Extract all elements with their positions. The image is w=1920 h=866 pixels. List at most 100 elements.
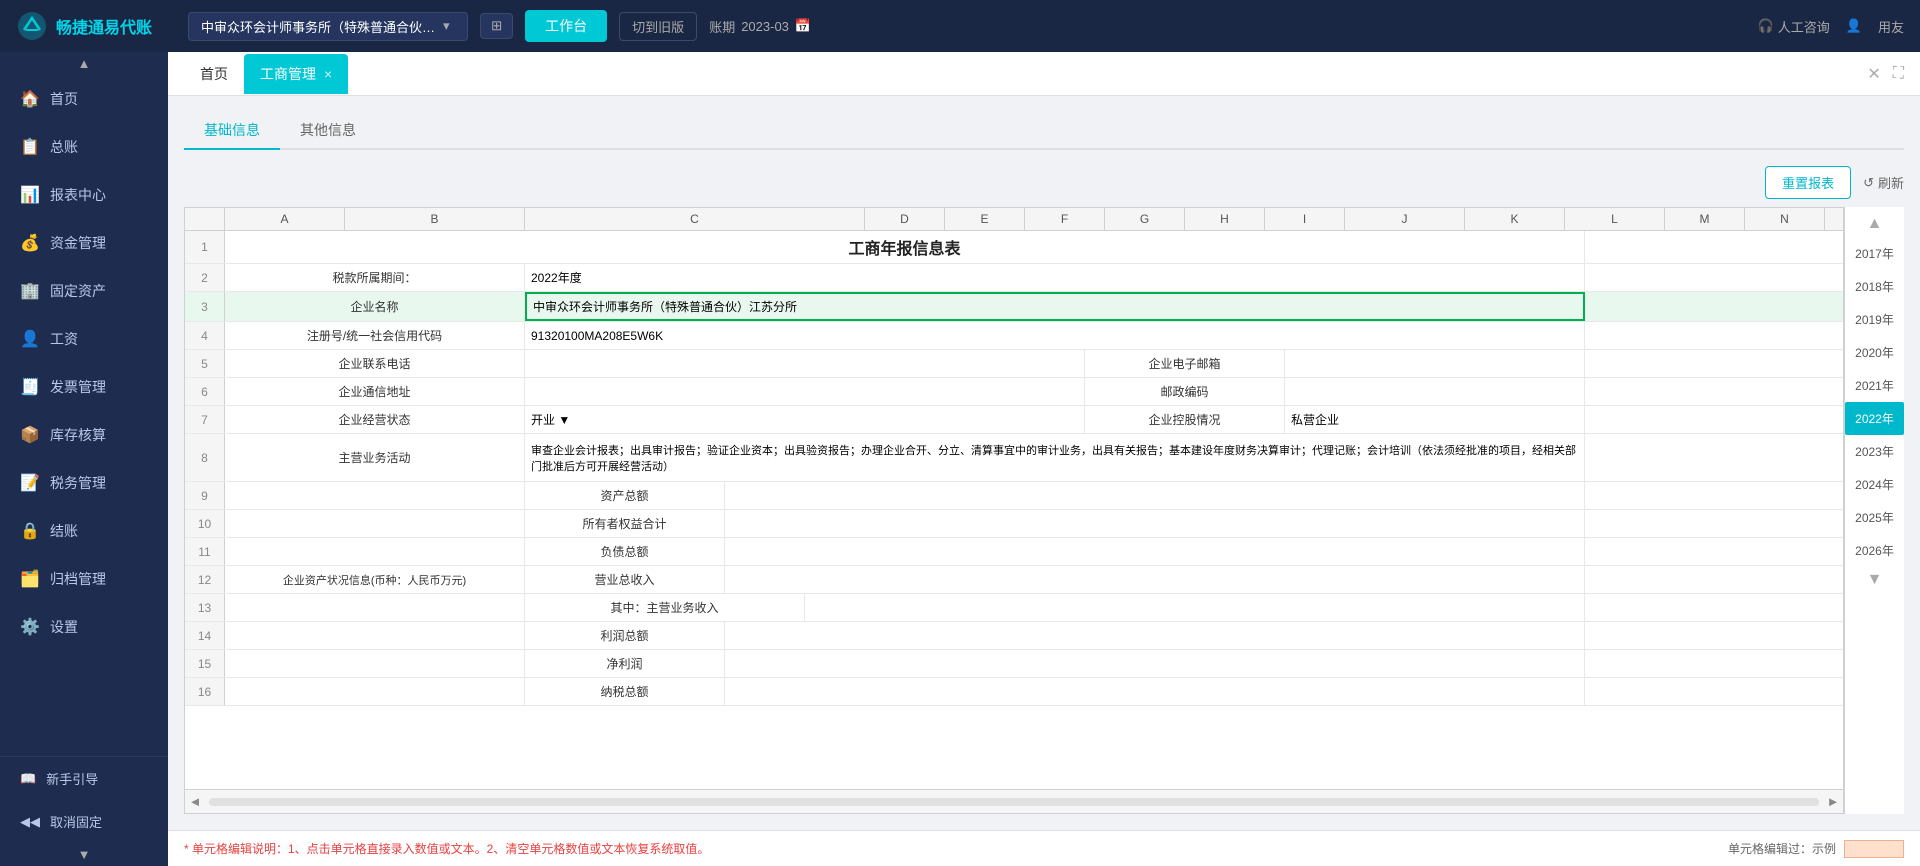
scroll-right-button[interactable]: ► — [1823, 794, 1843, 809]
sidebar-item-asset[interactable]: 🏢 固定资产 — [0, 267, 168, 315]
company-selector[interactable]: 中审众环会计师事务所（特殊普通合伙… ▾ — [188, 12, 468, 41]
year-2023[interactable]: 2023年 — [1845, 435, 1904, 468]
sidebar-item-settings[interactable]: ⚙️ 设置 — [0, 603, 168, 651]
cell-16-label: 纳税总额 — [525, 678, 725, 705]
year-2026[interactable]: 2026年 — [1845, 534, 1904, 567]
sidebar-scroll-up[interactable]: ▲ — [0, 52, 168, 75]
cell-6-addr[interactable] — [525, 378, 1085, 405]
cell-11-val[interactable] — [725, 538, 1585, 565]
tab-close-icon[interactable]: × — [324, 66, 332, 82]
cell-9-val[interactable] — [725, 482, 1585, 509]
sidebar-item-invoice[interactable]: 🧾 发票管理 — [0, 363, 168, 411]
year-2017[interactable]: 2017年 — [1845, 237, 1904, 270]
col-header-row: A B C D E F G H I J K L M N O — [185, 208, 1843, 231]
corner-cell — [185, 208, 225, 230]
cell-5-phone[interactable] — [525, 350, 1085, 377]
user-name[interactable]: 用友 — [1878, 17, 1904, 36]
footer-tip: * 单元格编辑说明：1、点击单元格直接录入数值或文本。2、清空单元格数值或文本恢… — [184, 840, 709, 857]
cell-7-status[interactable]: 开业 ▼ — [525, 406, 1085, 433]
maximize-icon[interactable]: ⛶ — [1893, 65, 1904, 83]
refresh-button[interactable]: ↺ 刷新 — [1863, 173, 1904, 192]
tab-home[interactable]: 首页 — [184, 54, 244, 94]
cell-14-val[interactable] — [725, 622, 1585, 649]
close-window-icon[interactable]: ✕ — [1867, 64, 1880, 84]
cell-12-group-label: 企业资产状况信息(币种：人民币万元) — [225, 566, 525, 593]
hscroll-track[interactable] — [209, 798, 1819, 806]
sidebar-label-fund: 资金管理 — [50, 233, 106, 253]
row-num-5: 5 — [185, 350, 225, 377]
sidebar-item-unpin[interactable]: ◀◀ 取消固定 — [0, 800, 168, 843]
sidebar-label-asset: 固定资产 — [50, 281, 106, 301]
cell-2-value[interactable]: 2022年度 — [525, 264, 1585, 291]
workbench-button[interactable]: 工作台 — [525, 10, 607, 42]
year-2025[interactable]: 2025年 — [1845, 501, 1904, 534]
company-icon-button[interactable]: ⊞ — [480, 13, 513, 39]
sidebar-item-ledger[interactable]: 📋 总账 — [0, 123, 168, 171]
table-row: 14 利润总额 — [185, 622, 1843, 650]
report-icon: 📊 — [20, 185, 40, 205]
cell-13-label: 其中：主营业务收入 — [525, 594, 805, 621]
support-btn[interactable]: 🎧 人工咨询 — [1758, 17, 1830, 36]
year-2021[interactable]: 2021年 — [1845, 369, 1904, 402]
col-B: B — [345, 208, 525, 230]
table-row: 7 企业经营状态 开业 ▼ 企业控股情况 私营企业 — [185, 406, 1843, 434]
col-D: D — [865, 208, 945, 230]
table-row: 10 所有者权益合计 — [185, 510, 1843, 538]
year-2019[interactable]: 2019年 — [1845, 303, 1904, 336]
sidebar-item-home[interactable]: 🏠 首页 — [0, 75, 168, 123]
sidebar-item-report[interactable]: 📊 报表中心 — [0, 171, 168, 219]
sidebar-label-tax: 税务管理 — [50, 473, 106, 493]
col-C: C — [525, 208, 865, 230]
cell-10-label: 所有者权益合计 — [525, 510, 725, 537]
cell-7-holding[interactable]: 私营企业 — [1285, 406, 1585, 433]
sidebar-item-inventory[interactable]: 📦 库存核算 — [0, 411, 168, 459]
cell-8-business[interactable]: 审查企业会计报表；出具审计报告；验证企业资本；出具验资报告；办理企业合开、分立、… — [525, 434, 1585, 481]
closing-icon: 🔒 — [20, 521, 40, 541]
col-E: E — [945, 208, 1025, 230]
cell-12-val[interactable] — [725, 566, 1585, 593]
year-2018[interactable]: 2018年 — [1845, 270, 1904, 303]
sidebar-item-fund[interactable]: 💰 资金管理 — [0, 219, 168, 267]
cell-10-val[interactable] — [725, 510, 1585, 537]
cell-1-title[interactable]: 工商年报信息表 — [225, 231, 1585, 263]
table-row: 4 注册号/统一社会信用代码 91320100MA208E5W6K — [185, 322, 1843, 350]
year-scroll-up[interactable]: ▲ — [1845, 211, 1904, 237]
sidebar-item-closing[interactable]: 🔒 结账 — [0, 507, 168, 555]
cell-5-email[interactable] — [1285, 350, 1585, 377]
sidebar-item-guide[interactable]: 📖 新手引导 — [0, 757, 168, 800]
reset-report-button[interactable]: 重置报表 — [1765, 166, 1851, 199]
cell-15-val[interactable] — [725, 650, 1585, 677]
year-2020[interactable]: 2020年 — [1845, 336, 1904, 369]
year-sidebar: ▲ 2017年 2018年 2019年 2020年 2021年 2022年 20… — [1844, 207, 1904, 814]
year-2024[interactable]: 2024年 — [1845, 468, 1904, 501]
sidebar-item-payroll[interactable]: 👤 工资 — [0, 315, 168, 363]
sidebar-label-archive: 归档管理 — [50, 569, 106, 589]
cell-4-reg[interactable]: 91320100MA208E5W6K — [525, 322, 1585, 349]
horizontal-scrollbar[interactable]: ◄ ► — [185, 789, 1843, 813]
spreadsheet: A B C D E F G H I J K L M N O — [184, 207, 1844, 814]
tab-basic-info[interactable]: 基础信息 — [184, 112, 280, 150]
home-icon: 🏠 — [20, 89, 40, 109]
sidebar-item-archive[interactable]: 🗂️ 归档管理 — [0, 555, 168, 603]
cell-13-val[interactable] — [805, 594, 1585, 621]
fund-icon: 💰 — [20, 233, 40, 253]
year-scroll-down[interactable]: ▼ — [1845, 567, 1904, 593]
sheet-body[interactable]: 1 工商年报信息表 2 税款所属期间： 2022年度 — [185, 231, 1843, 789]
sheet-toolbar: 重置报表 ↺ 刷新 — [184, 166, 1904, 199]
sidebar-item-tax[interactable]: 📝 税务管理 — [0, 459, 168, 507]
tab-active[interactable]: 工商管理 × — [244, 54, 348, 94]
tab-other-info[interactable]: 其他信息 — [280, 112, 376, 150]
sidebar-label-ledger: 总账 — [50, 137, 78, 157]
footer: * 单元格编辑说明：1、点击单元格直接录入数值或文本。2、清空单元格数值或文本恢… — [168, 830, 1920, 866]
year-2022[interactable]: 2022年 — [1845, 402, 1904, 435]
col-O: O — [1825, 208, 1844, 230]
table-row: 6 企业通信地址 邮政编码 — [185, 378, 1843, 406]
row-num-13: 13 — [185, 594, 225, 621]
cell-6-postal[interactable] — [1285, 378, 1585, 405]
sidebar-scroll-down[interactable]: ▼ — [0, 843, 168, 866]
cell-6-postal-label: 邮政编码 — [1085, 378, 1285, 405]
cell-16-val[interactable] — [725, 678, 1585, 705]
cell-3-company[interactable]: 中审众环会计师事务所（特殊普通合伙）江苏分所 — [525, 292, 1585, 321]
switch-version-button[interactable]: 切到旧版 — [619, 12, 697, 41]
scroll-left-button[interactable]: ◄ — [185, 794, 205, 809]
